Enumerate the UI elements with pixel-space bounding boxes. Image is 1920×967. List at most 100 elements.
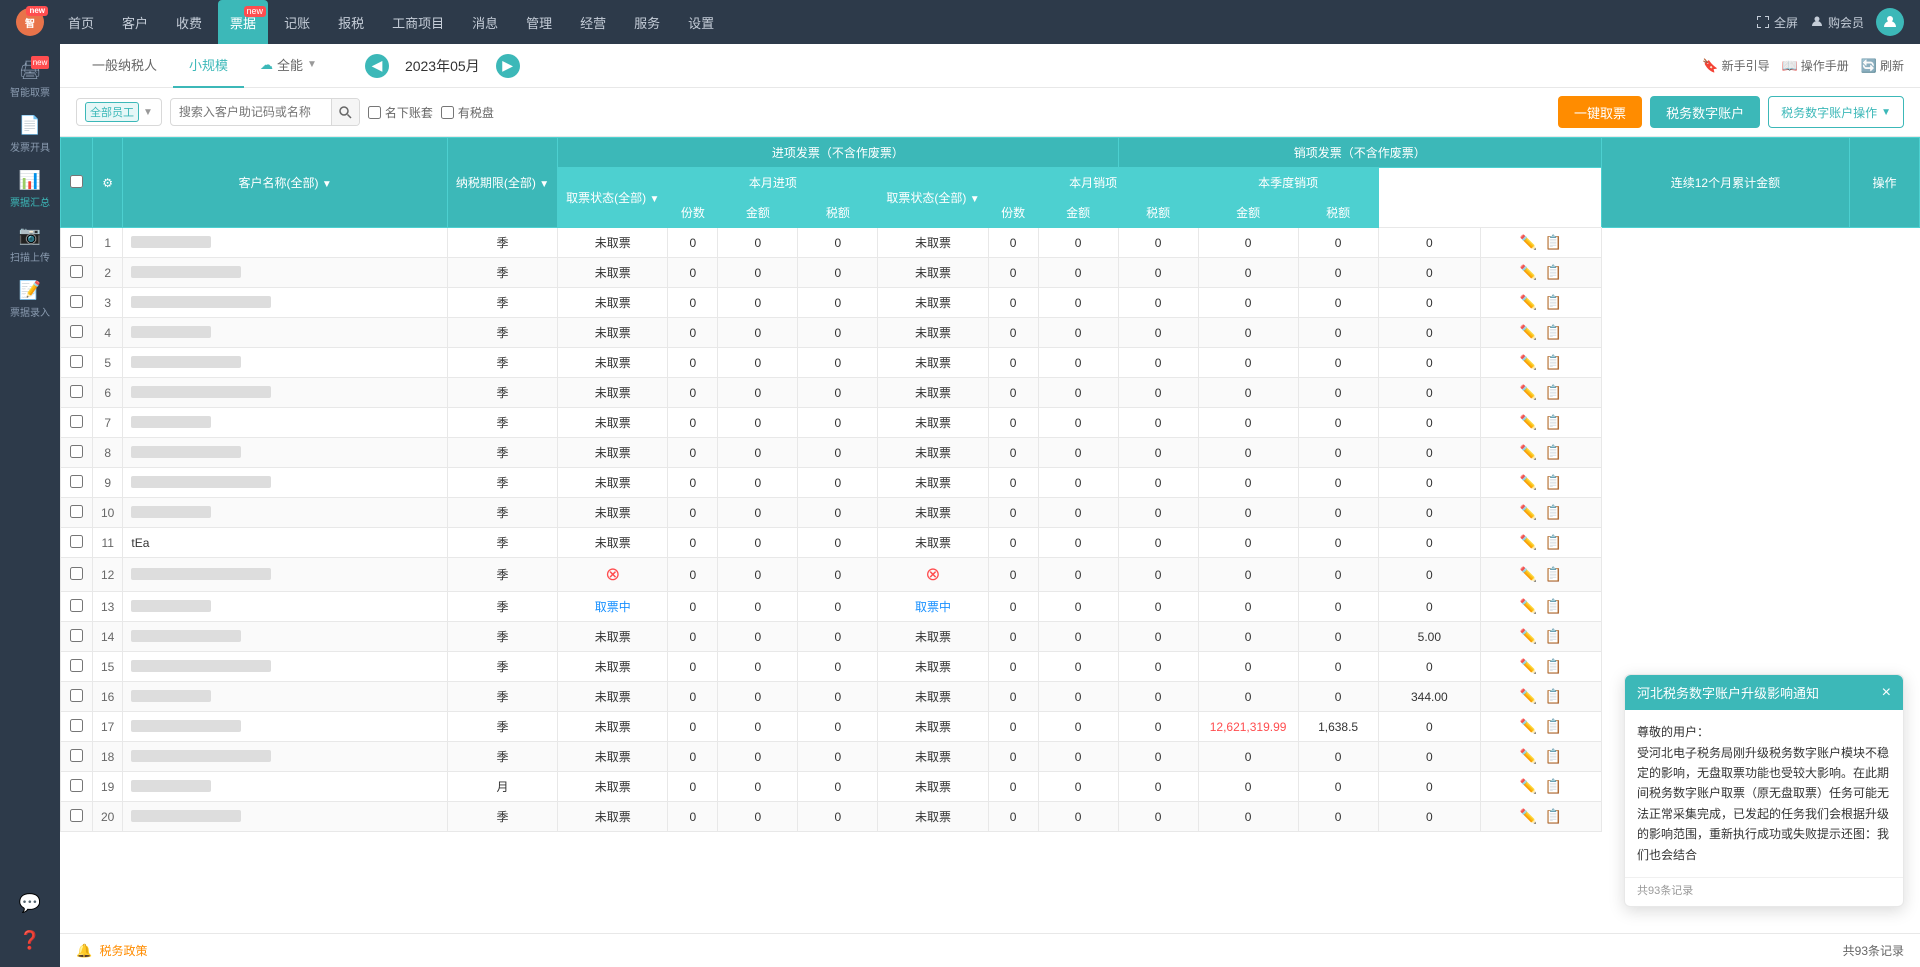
row-checkbox[interactable] [70,235,83,248]
notification-close-btn[interactable]: × [1882,685,1891,701]
edit-icon[interactable]: ✏️ [1520,474,1537,490]
copy-icon[interactable]: 📋 [1545,264,1562,280]
nav-accounting[interactable]: 记账 [272,0,322,44]
row-checkbox[interactable] [70,599,83,612]
sidebar-open-invoice[interactable]: 📄 发票开具 [0,107,60,162]
row-checkbox[interactable] [70,689,83,702]
sidebar-smart-invoice[interactable]: 🖨 new 智能取票 [0,52,60,107]
copy-icon[interactable]: 📋 [1545,414,1562,430]
fullscreen-btn[interactable]: 全屏 [1756,14,1798,31]
select-all-checkbox[interactable] [70,175,83,188]
copy-icon[interactable]: 📋 [1545,294,1562,310]
nav-home[interactable]: 首页 [56,0,106,44]
nav-operation[interactable]: 经营 [568,0,618,44]
refresh-btn[interactable]: 🔄 刷新 [1861,57,1904,74]
search-input[interactable] [171,105,331,119]
in-status-header[interactable]: 取票状态(全部) ▼ [558,168,668,228]
copy-icon[interactable]: 📋 [1545,234,1562,250]
tab-small-scale[interactable]: 小规模 [173,44,244,88]
edit-icon[interactable]: ✏️ [1520,566,1537,582]
row-checkbox[interactable] [70,719,83,732]
copy-icon[interactable]: 📋 [1545,504,1562,520]
search-button[interactable] [331,98,359,126]
has-tax-disk-filter[interactable]: 有税盘 [441,104,494,121]
edit-icon[interactable]: ✏️ [1520,264,1537,280]
row-checkbox[interactable] [70,779,83,792]
copy-icon[interactable]: 📋 [1545,324,1562,340]
my-accounts-checkbox[interactable] [368,106,381,119]
tab-all[interactable]: ☁ 全能 ▼ [244,44,333,88]
tax-policy-link[interactable]: 🔔 税务政策 [76,942,148,959]
copy-icon[interactable]: 📋 [1545,354,1562,370]
nav-billing[interactable]: 收费 [164,0,214,44]
row-checkbox[interactable] [70,535,83,548]
row-checkbox[interactable] [70,659,83,672]
manual-btn[interactable]: 📖 操作手册 [1782,57,1849,74]
employee-filter[interactable]: 全部员工 ▼ [76,98,162,126]
row-checkbox[interactable] [70,445,83,458]
nav-business[interactable]: 工商项目 [380,0,456,44]
sidebar-help[interactable]: ❓ [0,922,60,959]
row-checkbox[interactable] [70,355,83,368]
copy-icon[interactable]: 📋 [1545,808,1562,824]
edit-icon[interactable]: ✏️ [1520,688,1537,704]
edit-icon[interactable]: ✏️ [1520,354,1537,370]
nav-message[interactable]: 消息 [460,0,510,44]
nav-service[interactable]: 服务 [622,0,672,44]
has-tax-disk-checkbox[interactable] [441,106,454,119]
copy-icon[interactable]: 📋 [1545,566,1562,582]
nav-manage[interactable]: 管理 [514,0,564,44]
member-btn[interactable]: 购会员 [1810,14,1864,31]
copy-icon[interactable]: 📋 [1545,384,1562,400]
prev-month-btn[interactable]: ◀ [365,54,389,78]
guide-btn[interactable]: 🔖 新手引导 [1702,57,1769,74]
row-checkbox[interactable] [70,325,83,338]
nav-tax[interactable]: 报税 [326,0,376,44]
copy-icon[interactable]: 📋 [1545,628,1562,644]
row-checkbox[interactable] [70,415,83,428]
edit-icon[interactable]: ✏️ [1520,718,1537,734]
sidebar-invoice-entry[interactable]: 📝 票据录入 [0,272,60,327]
edit-icon[interactable]: ✏️ [1520,598,1537,614]
row-checkbox[interactable] [70,475,83,488]
edit-icon[interactable]: ✏️ [1520,444,1537,460]
tax-digital-ops-btn[interactable]: 税务数字账户操作 ▼ [1768,96,1904,128]
tax-digital-btn[interactable]: 税务数字账户 [1650,96,1760,128]
edit-icon[interactable]: ✏️ [1520,294,1537,310]
tab-general-taxpayer[interactable]: 一般纳税人 [76,44,173,88]
row-checkbox[interactable] [70,265,83,278]
edit-icon[interactable]: ✏️ [1520,234,1537,250]
copy-icon[interactable]: 📋 [1545,688,1562,704]
edit-icon[interactable]: ✏️ [1520,504,1537,520]
row-checkbox[interactable] [70,295,83,308]
row-checkbox[interactable] [70,749,83,762]
nav-invoice[interactable]: 票据 new [218,0,268,44]
copy-icon[interactable]: 📋 [1545,718,1562,734]
next-month-btn[interactable]: ▶ [496,54,520,78]
out-status-header[interactable]: 取票状态(全部) ▼ [878,168,988,228]
edit-icon[interactable]: ✏️ [1520,414,1537,430]
tax-period-header[interactable]: 纳税期限(全部) ▼ [447,138,557,228]
edit-icon[interactable]: ✏️ [1520,748,1537,764]
row-checkbox[interactable] [70,505,83,518]
edit-icon[interactable]: ✏️ [1520,808,1537,824]
one-click-btn[interactable]: 一键取票 [1558,96,1642,128]
copy-icon[interactable]: 📋 [1545,748,1562,764]
row-checkbox[interactable] [70,629,83,642]
settings-icon[interactable]: ⚙ [102,176,113,190]
edit-icon[interactable]: ✏️ [1520,534,1537,550]
copy-icon[interactable]: 📋 [1545,598,1562,614]
copy-icon[interactable]: 📋 [1545,658,1562,674]
edit-icon[interactable]: ✏️ [1520,778,1537,794]
copy-icon[interactable]: 📋 [1545,474,1562,490]
sidebar-invoice-summary[interactable]: 📊 票据汇总 [0,162,60,217]
client-name-header[interactable]: 客户名称(全部) ▼ [123,138,448,228]
copy-icon[interactable]: 📋 [1545,778,1562,794]
my-accounts-filter[interactable]: 名下账套 [368,104,433,121]
edit-icon[interactable]: ✏️ [1520,658,1537,674]
edit-icon[interactable]: ✏️ [1520,324,1537,340]
row-checkbox[interactable] [70,385,83,398]
nav-client[interactable]: 客户 [110,0,160,44]
nav-settings[interactable]: 设置 [676,0,726,44]
user-avatar[interactable] [1876,8,1904,36]
